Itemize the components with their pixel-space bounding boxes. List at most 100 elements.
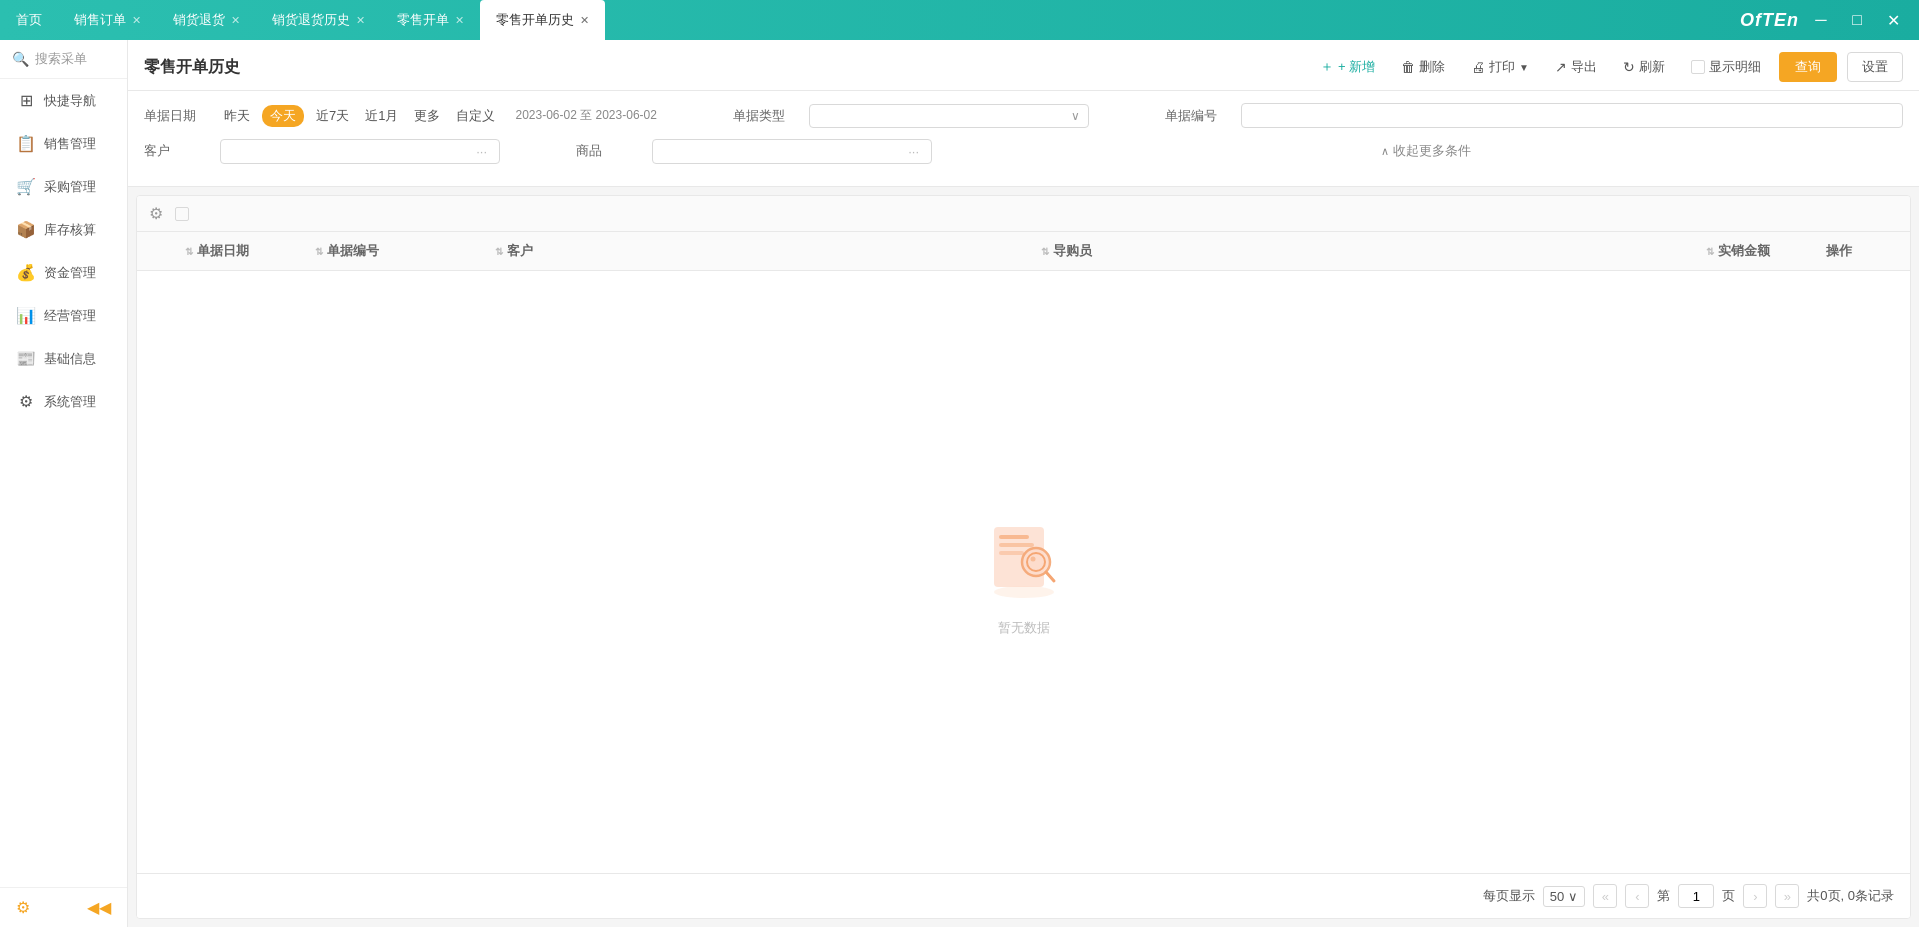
doc-type-chevron-icon: ∨ — [1071, 109, 1080, 123]
date-btn-today[interactable]: 今天 — [262, 105, 304, 127]
collapse-arrow-icon: ∧ — [1381, 145, 1389, 158]
date-btn-custom[interactable]: 自定义 — [452, 105, 499, 127]
empty-state-illustration — [974, 507, 1074, 607]
setting-button[interactable]: 设置 — [1847, 52, 1903, 82]
sort-num-icon: ⇅ — [315, 246, 323, 257]
goods-input[interactable]: ··· — [652, 139, 932, 164]
delete-icon: 🗑 — [1401, 59, 1415, 75]
add-button[interactable]: ＋ + 新增 — [1312, 54, 1383, 80]
customer-input-field[interactable] — [229, 144, 472, 159]
first-page-button[interactable]: « — [1593, 884, 1617, 908]
tab-sales-return-history[interactable]: 销货退货历史 ✕ — [256, 0, 381, 40]
select-all-checkbox[interactable] — [175, 207, 189, 221]
th-spacer — [149, 241, 177, 261]
empty-state: 暂无数据 — [974, 507, 1074, 637]
tab-close-retail-open[interactable]: ✕ — [455, 14, 464, 27]
th-num[interactable]: ⇅ 单据编号 — [307, 232, 487, 270]
th-amount[interactable]: ⇅ 实销金额 — [1698, 232, 1818, 270]
sidebar-item-finance[interactable]: 💰 资金管理 — [0, 251, 127, 294]
doc-num-input-field[interactable] — [1250, 108, 1894, 123]
tab-sales-order[interactable]: 销售订单 ✕ — [58, 0, 157, 40]
ops-mgmt-icon: 📊 — [16, 306, 36, 325]
window-maximize-button[interactable]: □ — [1843, 6, 1871, 34]
delete-button[interactable]: 🗑 删除 — [1393, 54, 1453, 80]
current-page-input[interactable] — [1678, 884, 1714, 908]
date-btn-more[interactable]: 更多 — [410, 105, 444, 127]
th-customer[interactable]: ⇅ 客户 — [487, 232, 1033, 270]
tab-close-sales-return-history[interactable]: ✕ — [356, 14, 365, 27]
print-button[interactable]: 🖨 打印 ▼ — [1463, 54, 1537, 80]
window-close-button[interactable]: ✕ — [1879, 6, 1907, 34]
customer-ellipsis-icon[interactable]: ··· — [472, 144, 491, 159]
customer-input[interactable]: ··· — [220, 139, 500, 164]
sidebar-item-label-sys-mgmt: 系统管理 — [44, 393, 96, 411]
tab-close-sales-return[interactable]: ✕ — [231, 14, 240, 27]
display-detail-checkbox-box[interactable] — [1691, 60, 1705, 74]
sidebar-item-inventory[interactable]: 📦 库存核算 — [0, 208, 127, 251]
table-settings-icon[interactable]: ⚙ — [149, 204, 163, 223]
page-label: 第 — [1657, 887, 1670, 905]
more-conditions-row: ∧ 收起更多条件 — [948, 138, 1903, 164]
sidebar-collapse-icon[interactable]: ◀◀ — [87, 898, 111, 917]
sidebar-item-ops-mgmt[interactable]: 📊 经营管理 — [0, 294, 127, 337]
date-filter-label: 单据日期 — [144, 107, 204, 125]
last-page-button[interactable]: » — [1775, 884, 1799, 908]
page-size-select[interactable]: 50 ∨ — [1543, 886, 1585, 907]
tab-close-sales-order[interactable]: ✕ — [132, 14, 141, 27]
sidebar-gear-icon[interactable]: ⚙ — [16, 898, 30, 917]
window-minimize-button[interactable]: ─ — [1807, 6, 1835, 34]
sidebar: 🔍 搜索采单 ⊞ 快捷导航 📋 销售管理 🛒 采购管理 📦 库存核算 💰 — [0, 40, 128, 927]
tab-home[interactable]: 首页 — [0, 0, 58, 40]
sidebar-item-label-ops-mgmt: 经营管理 — [44, 307, 96, 325]
date-filter: 昨天 今天 近7天 近1月 更多 自定义 — [220, 105, 499, 127]
toolbar: ＋ + 新增 🗑 删除 🖨 打印 ▼ ↗ 导出 ↻ — [1312, 52, 1903, 82]
next-page-button[interactable]: › — [1743, 884, 1767, 908]
filter-row-1: 单据日期 昨天 今天 近7天 近1月 更多 自定义 2023-06-02 至 2… — [144, 103, 1903, 128]
export-button[interactable]: ↗ 导出 — [1547, 54, 1605, 80]
print-icon: 🖨 — [1471, 59, 1485, 75]
sidebar-item-purchase-mgmt[interactable]: 🛒 采购管理 — [0, 165, 127, 208]
first-page-icon: « — [1602, 889, 1609, 904]
sidebar-bottom: ⚙ ◀◀ — [0, 887, 127, 927]
delete-label: 删除 — [1419, 58, 1445, 76]
tab-close-retail-open-history[interactable]: ✕ — [580, 14, 589, 27]
filter-row-2: 客户 ··· 商品 ··· ∧ 收起更多条件 — [144, 138, 1903, 164]
sidebar-item-label-inventory: 库存核算 — [44, 221, 96, 239]
sidebar-item-sales-mgmt[interactable]: 📋 销售管理 — [0, 122, 127, 165]
prev-page-button[interactable]: ‹ — [1625, 884, 1649, 908]
sidebar-search[interactable]: 🔍 搜索采单 — [0, 40, 127, 79]
doc-type-label: 单据类型 — [733, 107, 793, 125]
tab-sales-return[interactable]: 销货退货 ✕ — [157, 0, 256, 40]
sidebar-nav: ⊞ 快捷导航 📋 销售管理 🛒 采购管理 📦 库存核算 💰 资金管理 📊 — [0, 79, 127, 887]
display-detail-checkbox[interactable]: 显示明细 — [1683, 54, 1769, 80]
export-icon: ↗ — [1555, 59, 1567, 75]
more-conditions-toggle[interactable]: ∧ 收起更多条件 — [1373, 138, 1479, 164]
table-header: ⇅ 单据日期 ⇅ 单据编号 ⇅ 客户 ⇅ 导购员 ⇅ 实销 — [137, 232, 1910, 271]
th-date[interactable]: ⇅ 单据日期 — [177, 232, 307, 270]
date-btn-yesterday[interactable]: 昨天 — [220, 105, 254, 127]
sidebar-item-label-finance: 资金管理 — [44, 264, 96, 282]
doc-type-select[interactable]: ∨ — [809, 104, 1089, 128]
date-btn-7days[interactable]: 近7天 — [312, 105, 353, 127]
th-salesperson[interactable]: ⇅ 导购员 — [1033, 232, 1153, 270]
refresh-button[interactable]: ↻ 刷新 — [1615, 54, 1673, 80]
tab-retail-open-history[interactable]: 零售开单历史 ✕ — [480, 0, 605, 40]
doc-num-input[interactable] — [1241, 103, 1903, 128]
sidebar-item-quick-nav[interactable]: ⊞ 快捷导航 — [0, 79, 127, 122]
print-dropdown-icon[interactable]: ▼ — [1519, 62, 1529, 73]
export-label: 导出 — [1571, 58, 1597, 76]
customer-filter-label: 客户 — [144, 142, 204, 160]
query-button[interactable]: 查询 — [1779, 52, 1837, 82]
sort-customer-icon: ⇅ — [495, 246, 503, 257]
basic-info-icon: 📰 — [16, 349, 36, 368]
tab-retail-open[interactable]: 零售开单 ✕ — [381, 0, 480, 40]
sys-mgmt-icon: ⚙ — [16, 392, 36, 411]
sidebar-item-basic-info[interactable]: 📰 基础信息 — [0, 337, 127, 380]
goods-ellipsis-icon[interactable]: ··· — [904, 144, 923, 159]
sidebar-item-sys-mgmt[interactable]: ⚙ 系统管理 — [0, 380, 127, 423]
goods-input-field[interactable] — [661, 144, 904, 159]
date-btn-1month[interactable]: 近1月 — [361, 105, 402, 127]
date-range-display: 2023-06-02 至 2023-06-02 — [515, 107, 656, 124]
doc-num-label: 单据编号 — [1165, 107, 1225, 125]
page-header: 零售开单历史 ＋ + 新增 🗑 删除 🖨 打印 ▼ ↗ 导出 — [128, 40, 1919, 91]
